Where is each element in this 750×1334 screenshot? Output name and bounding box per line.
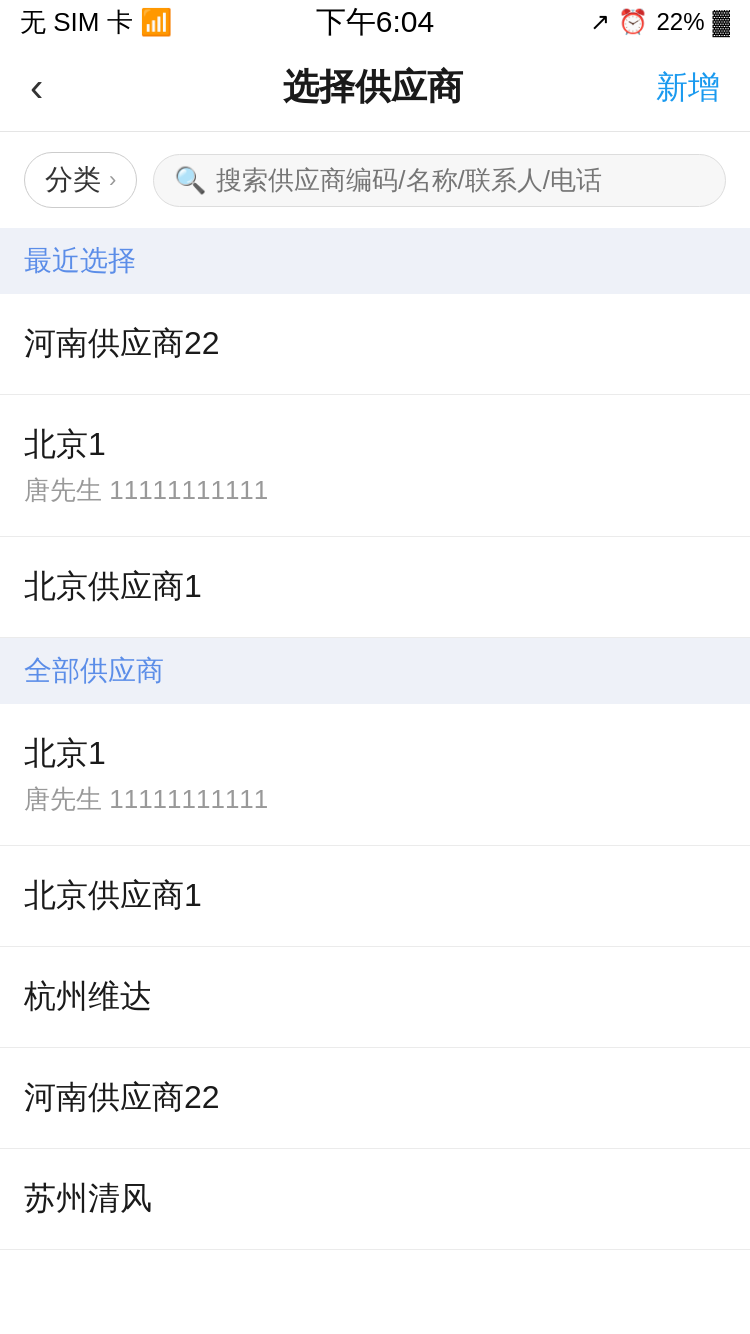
status-time: 下午6:04 bbox=[316, 2, 434, 43]
category-button[interactable]: 分类 › bbox=[24, 152, 137, 208]
item-name: 河南供应商22 bbox=[24, 322, 726, 366]
battery-icon: ▓ bbox=[713, 8, 731, 36]
item-name: 北京1 bbox=[24, 732, 726, 776]
search-input[interactable] bbox=[216, 165, 705, 196]
location-icon: ↗ bbox=[590, 8, 610, 36]
all-list: 北京1 唐先生 11111111111 北京供应商1 杭州维达 河南供应商22 … bbox=[0, 704, 750, 1250]
status-left: 无 SIM 卡 📶 bbox=[20, 5, 172, 40]
back-button[interactable]: ‹ bbox=[30, 65, 90, 110]
item-name: 杭州维达 bbox=[24, 975, 726, 1019]
list-item[interactable]: 北京1 唐先生 11111111111 bbox=[0, 395, 750, 537]
search-box: 🔍 bbox=[153, 154, 726, 207]
list-item[interactable]: 北京1 唐先生 11111111111 bbox=[0, 704, 750, 846]
alarm-icon: ⏰ bbox=[618, 8, 648, 36]
recent-section-header: 最近选择 bbox=[0, 228, 750, 294]
item-sub: 唐先生 11111111111 bbox=[24, 473, 726, 508]
battery-level: 22% bbox=[656, 8, 704, 36]
list-item[interactable]: 河南供应商22 bbox=[0, 294, 750, 395]
page-title: 选择供应商 bbox=[283, 63, 463, 112]
list-item[interactable]: 苏州清风 bbox=[0, 1149, 750, 1250]
chevron-icon: › bbox=[109, 167, 116, 193]
item-name: 北京供应商1 bbox=[24, 874, 726, 918]
category-label: 分类 bbox=[45, 161, 101, 199]
filter-bar: 分类 › 🔍 bbox=[0, 132, 750, 228]
all-section-header: 全部供应商 bbox=[0, 638, 750, 704]
add-button[interactable]: 新增 bbox=[656, 66, 720, 110]
item-sub: 唐先生 11111111111 bbox=[24, 782, 726, 817]
status-bar: 无 SIM 卡 📶 下午6:04 ↗ ⏰ 22% ▓ bbox=[0, 0, 750, 44]
item-name: 北京供应商1 bbox=[24, 565, 726, 609]
nav-bar: ‹ 选择供应商 新增 bbox=[0, 44, 750, 132]
search-icon: 🔍 bbox=[174, 165, 206, 196]
status-right: ↗ ⏰ 22% ▓ bbox=[590, 8, 730, 36]
list-item[interactable]: 杭州维达 bbox=[0, 947, 750, 1048]
recent-list: 河南供应商22 北京1 唐先生 11111111111 北京供应商1 bbox=[0, 294, 750, 638]
list-item[interactable]: 河南供应商22 bbox=[0, 1048, 750, 1149]
list-item[interactable]: 北京供应商1 bbox=[0, 537, 750, 638]
item-name: 苏州清风 bbox=[24, 1177, 726, 1221]
item-name: 河南供应商22 bbox=[24, 1076, 726, 1120]
list-item[interactable]: 北京供应商1 bbox=[0, 846, 750, 947]
item-name: 北京1 bbox=[24, 423, 726, 467]
